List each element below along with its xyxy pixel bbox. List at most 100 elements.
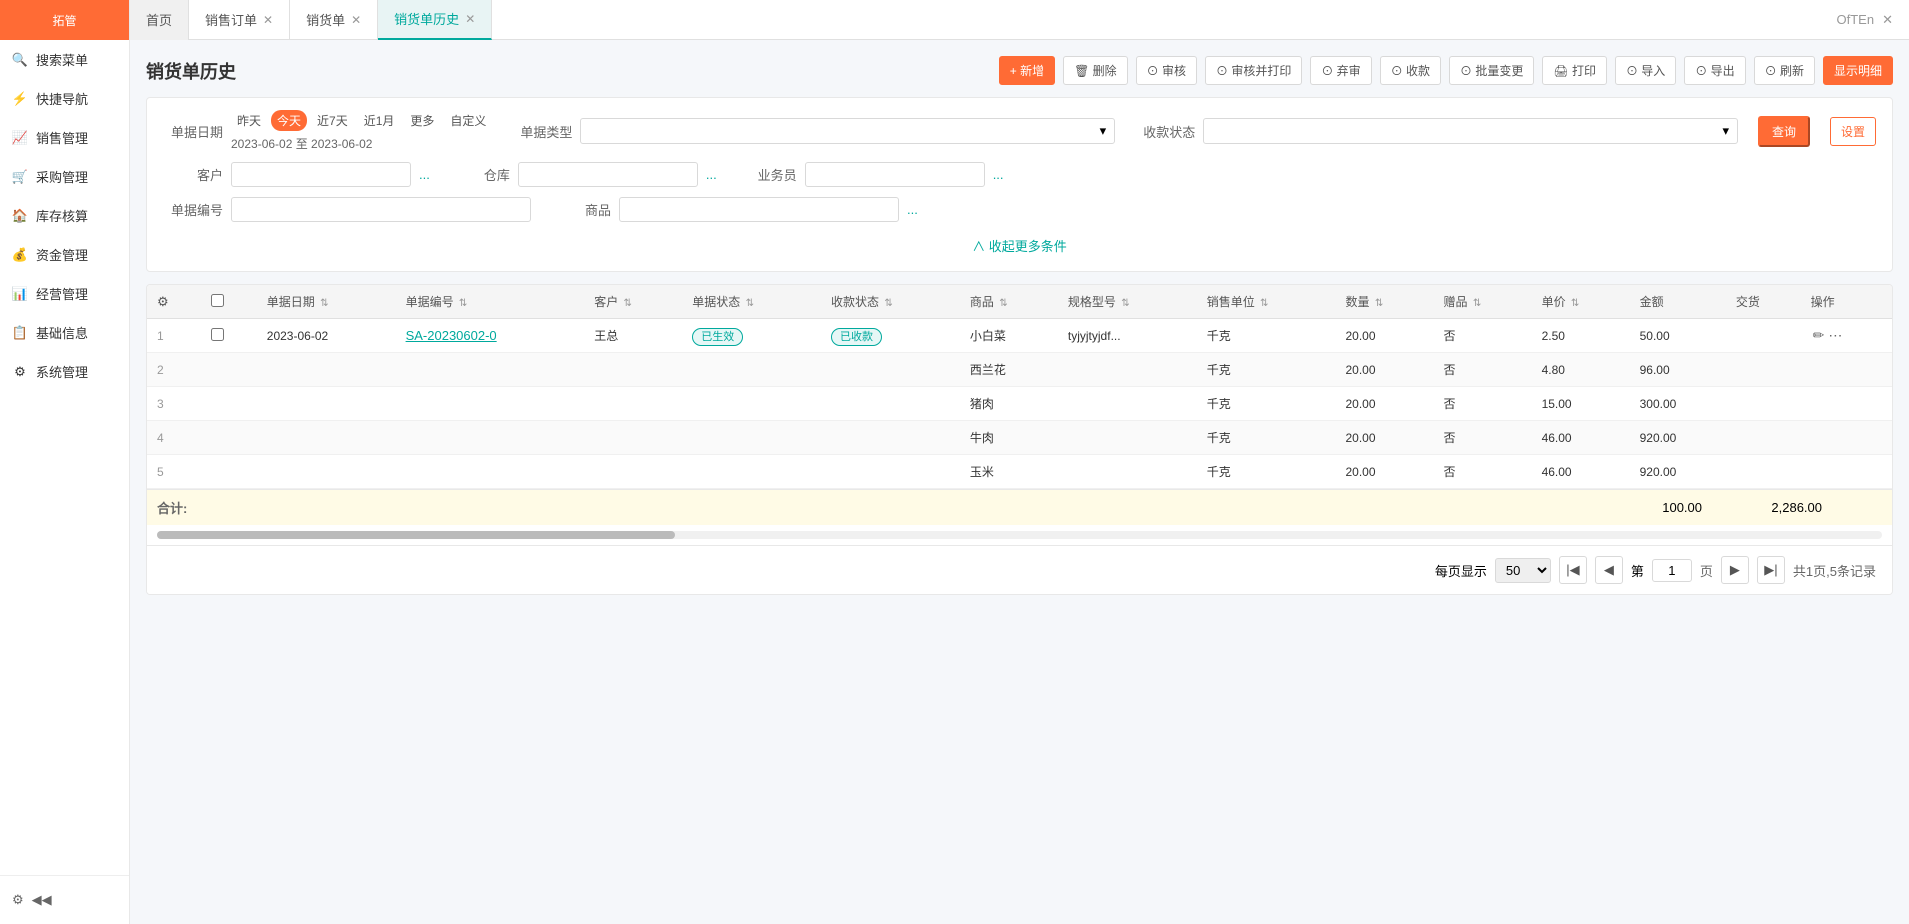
- doc-status-badge: 已生效: [692, 328, 743, 346]
- date-badge-yesterday[interactable]: 昨天: [231, 110, 267, 131]
- date-badge-7days[interactable]: 近7天: [311, 110, 354, 131]
- sidebar-item-search[interactable]: 🔍 搜索菜单: [0, 40, 129, 79]
- tab-sales-history-close[interactable]: ✕: [465, 12, 475, 26]
- sidebar-logo: 拓管: [0, 0, 129, 40]
- cell-checkbox: [201, 353, 257, 387]
- date-badge-more[interactable]: 更多: [404, 110, 440, 131]
- tab-sales-order-close[interactable]: ✕: [263, 13, 273, 27]
- col-gear[interactable]: ⚙: [147, 285, 201, 319]
- gift-sort-icon[interactable]: ⇅: [1473, 298, 1481, 309]
- date-sort-icon[interactable]: ⇅: [320, 298, 328, 309]
- tab-sales-history[interactable]: 销货单历史 ✕: [378, 0, 492, 40]
- date-badge-1month[interactable]: 近1月: [358, 110, 401, 131]
- tab-home[interactable]: 首页: [130, 0, 189, 40]
- batch-change-button[interactable]: ⊙ 批量变更: [1449, 56, 1534, 85]
- tab-sales-delivery-close[interactable]: ✕: [351, 13, 361, 27]
- sidebar-item-purchase[interactable]: 🛒 采购管理: [0, 157, 129, 196]
- goods-ellipsis[interactable]: ...: [907, 202, 918, 217]
- sidebar: 拓管 🔍 搜索菜单 ⚡ 快捷导航 📈 销售管理 🛒 采购管理 🏠 库存核算 💰 …: [0, 0, 130, 924]
- row-checkbox[interactable]: [211, 328, 224, 341]
- warehouse-ellipsis[interactable]: ...: [706, 167, 717, 182]
- docno-sort-icon[interactable]: ⇅: [459, 298, 467, 309]
- goods-sort-icon[interactable]: ⇅: [999, 298, 1007, 309]
- collapse-row[interactable]: ∧ 收起更多条件: [163, 232, 1876, 259]
- unit-sort-icon[interactable]: ⇅: [1260, 298, 1268, 309]
- sidebar-item-label: 资金管理: [36, 245, 88, 264]
- doc-type-chevron: ▾: [1100, 123, 1107, 139]
- customer-input[interactable]: [231, 162, 411, 187]
- cell-spec: tyjyjtyjdf...: [1058, 319, 1197, 353]
- page-first-btn[interactable]: |◀: [1559, 556, 1587, 584]
- sidebar-item-system[interactable]: ⚙ 系统管理: [0, 352, 129, 391]
- cell-checkbox: [201, 387, 257, 421]
- review-button[interactable]: ⊙ 审核: [1136, 56, 1197, 85]
- abandon-button[interactable]: ⊙ 弃审: [1310, 56, 1371, 85]
- goods-input[interactable]: [619, 197, 899, 222]
- cell-spec: [1058, 387, 1197, 421]
- page-next-btn[interactable]: ▶: [1721, 556, 1749, 584]
- doc-no-input[interactable]: [231, 197, 531, 222]
- filter-row-3: 单据编号 商品 ...: [163, 197, 1876, 222]
- edit-btn[interactable]: ✏: [1813, 327, 1825, 343]
- settings-filter-button[interactable]: 设置: [1830, 117, 1876, 146]
- paystatus-sort-icon[interactable]: ⇅: [884, 298, 892, 309]
- cell-doc-no: [396, 421, 585, 455]
- page-last-btn[interactable]: ▶|: [1757, 556, 1785, 584]
- date-badge-custom[interactable]: 自定义: [444, 110, 492, 131]
- customer-ellipsis[interactable]: ...: [419, 167, 430, 182]
- filter-row-2: 客户 ... 仓库 ... 业务员 ...: [163, 162, 1876, 187]
- sidebar-bottom-settings[interactable]: ⚙ ◀◀: [0, 884, 129, 916]
- docstatus-sort-icon[interactable]: ⇅: [746, 298, 754, 309]
- cell-goods: 牛肉: [960, 421, 1058, 455]
- page-size-label: 每页显示: [1435, 561, 1487, 580]
- col-checkbox: [201, 285, 257, 319]
- date-badge-today[interactable]: 今天: [271, 110, 307, 131]
- cell-unit: 千克: [1197, 387, 1336, 421]
- spec-sort-icon[interactable]: ⇅: [1121, 298, 1129, 309]
- doc-no-link[interactable]: SA-20230602-0: [406, 328, 497, 343]
- select-all-checkbox[interactable]: [211, 294, 224, 307]
- pay-status-select[interactable]: ▾: [1203, 118, 1738, 144]
- gear-icon[interactable]: ⚙: [157, 294, 169, 309]
- col-pay-status: 收款状态 ⇅: [821, 285, 960, 319]
- cell-gift: 否: [1434, 387, 1532, 421]
- more-btn[interactable]: ⋯: [1828, 327, 1842, 343]
- purchase-icon: 🛒: [12, 169, 28, 185]
- print-button[interactable]: 🖨 打印: [1542, 56, 1607, 85]
- customer-sort-icon[interactable]: ⇅: [624, 298, 632, 309]
- horizontal-scrollbar[interactable]: [147, 525, 1892, 545]
- sidebar-item-inventory[interactable]: 🏠 库存核算: [0, 196, 129, 235]
- tab-sales-delivery[interactable]: 销货单 ✕: [290, 0, 378, 40]
- refresh-button[interactable]: ⊙ 刷新: [1754, 56, 1815, 85]
- sidebar-item-operations[interactable]: 📊 经营管理: [0, 274, 129, 313]
- new-button[interactable]: + 新增: [999, 56, 1055, 85]
- delete-button[interactable]: 🗑 删除: [1063, 56, 1128, 85]
- sidebar-item-sales[interactable]: 📈 销售管理: [0, 118, 129, 157]
- page-prev-btn[interactable]: ◀: [1595, 556, 1623, 584]
- tab-sales-order[interactable]: 销售订单 ✕: [189, 0, 290, 40]
- agent-input[interactable]: [805, 162, 985, 187]
- price-sort-icon[interactable]: ⇅: [1571, 298, 1579, 309]
- collect-button[interactable]: ⊙ 收款: [1380, 56, 1441, 85]
- sidebar-item-basic-info[interactable]: 📋 基础信息: [0, 313, 129, 352]
- agent-ellipsis[interactable]: ...: [993, 167, 1004, 182]
- show-detail-button[interactable]: 显示明细: [1823, 56, 1893, 85]
- cell-gift: 否: [1434, 319, 1532, 353]
- page-size-select[interactable]: 50 20 100: [1495, 558, 1551, 583]
- data-table: ⚙ 单据日期 ⇅ 单据编号 ⇅ 客户 ⇅ 单据状态 ⇅ 收款状态 ⇅ 商品 ⇅ …: [147, 285, 1892, 489]
- page-number-input[interactable]: [1652, 559, 1692, 582]
- doc-type-select[interactable]: ▾: [580, 118, 1115, 144]
- sidebar-item-finance[interactable]: 💰 资金管理: [0, 235, 129, 274]
- import-button[interactable]: ⊙ 导入: [1615, 56, 1676, 85]
- cell-operation: [1801, 387, 1892, 421]
- qty-sort-icon[interactable]: ⇅: [1375, 298, 1383, 309]
- export-button[interactable]: ⊙ 导出: [1684, 56, 1745, 85]
- col-doc-status: 单据状态 ⇅: [682, 285, 821, 319]
- query-button[interactable]: 查询: [1758, 116, 1810, 147]
- warehouse-input[interactable]: [518, 162, 698, 187]
- cell-index: 3: [147, 387, 201, 421]
- page-label-post: 页: [1700, 561, 1713, 580]
- sidebar-item-quick-nav[interactable]: ⚡ 快捷导航: [0, 79, 129, 118]
- review-print-button[interactable]: ⊙ 审核并打印: [1205, 56, 1302, 85]
- close-window-btn[interactable]: ✕: [1882, 12, 1893, 28]
